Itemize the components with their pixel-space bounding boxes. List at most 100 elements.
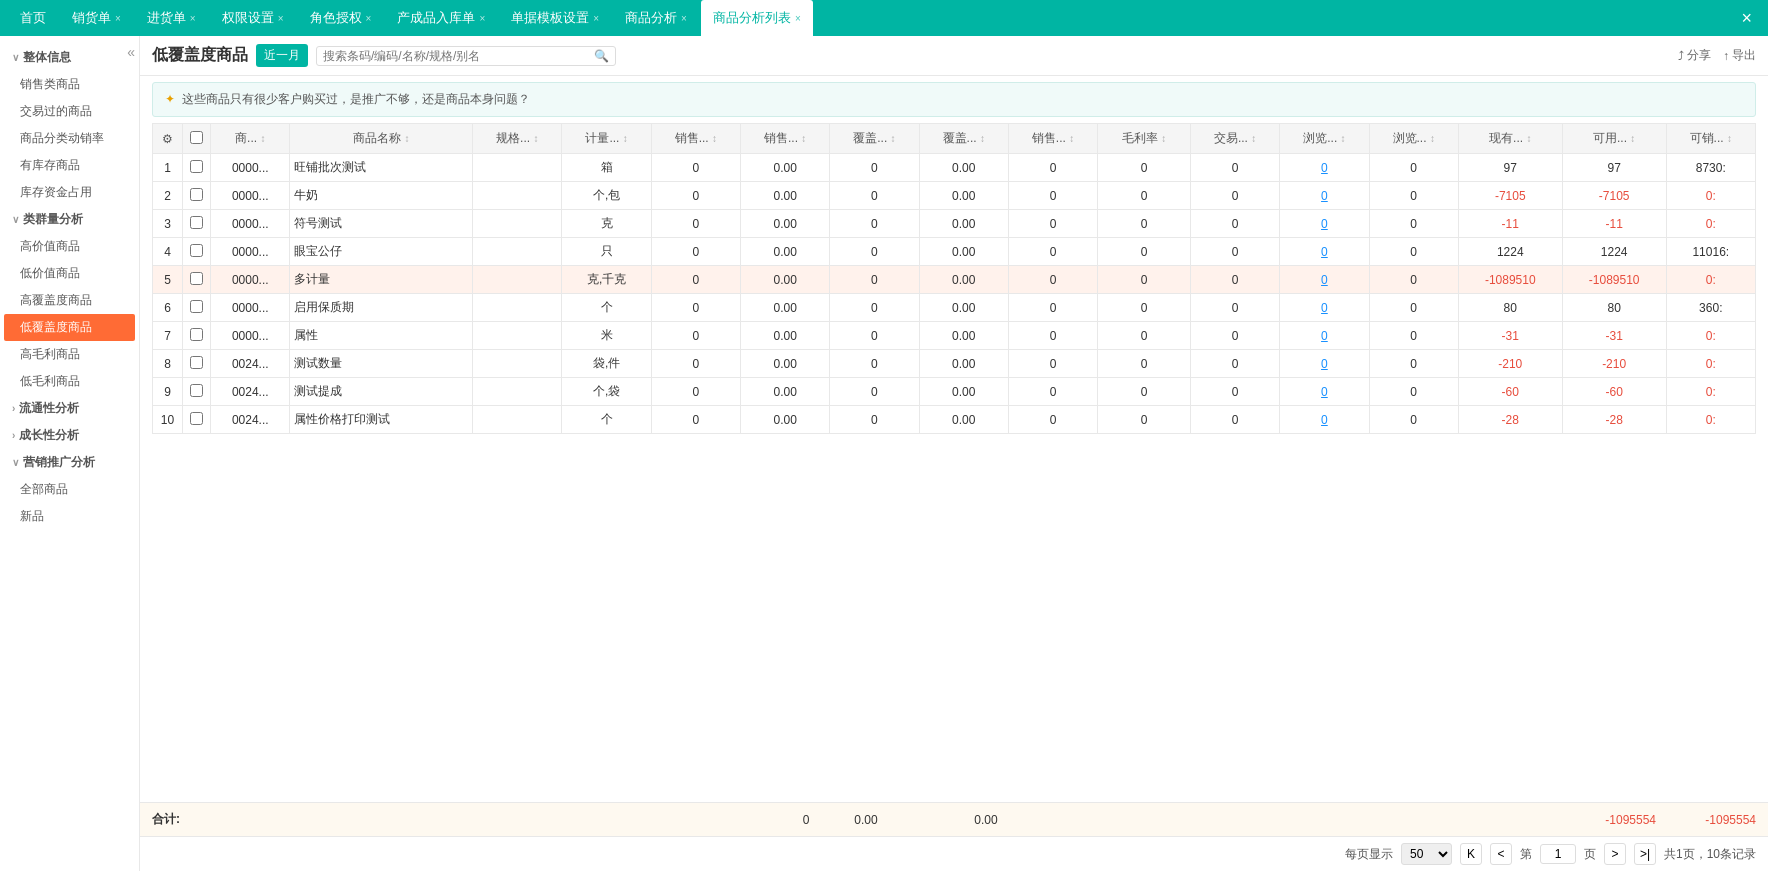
row-browse1[interactable]: 0	[1280, 378, 1369, 406]
sidebar-item-new-goods[interactable]: 新品	[0, 503, 139, 530]
sidebar-group-marketing[interactable]: ∨ 营销推广分析	[0, 449, 139, 476]
nav-item-permissions[interactable]: 权限设置 ×	[210, 0, 296, 36]
col-cover2[interactable]: 覆盖... ↕	[919, 124, 1008, 154]
row-select-checkbox[interactable]	[190, 160, 203, 173]
row-checkbox[interactable]	[183, 322, 211, 350]
share-button[interactable]: ⤴ 分享	[1678, 47, 1711, 64]
prev-page-button[interactable]: <	[1490, 843, 1512, 865]
col-code[interactable]: 商... ↕	[211, 124, 290, 154]
row-select-checkbox[interactable]	[190, 272, 203, 285]
col-browse1[interactable]: 浏览... ↕	[1280, 124, 1369, 154]
col-gross-rate[interactable]: 毛利率 ↕	[1098, 124, 1191, 154]
col-checkbox[interactable]	[183, 124, 211, 154]
row-browse1[interactable]: 0	[1280, 154, 1369, 182]
row-browse1[interactable]: 0	[1280, 210, 1369, 238]
col-available-stock[interactable]: 可用... ↕	[1562, 124, 1666, 154]
close-production-icon[interactable]: ×	[479, 13, 485, 24]
nav-item-sales[interactable]: 销货单 ×	[60, 0, 133, 36]
row-select-checkbox[interactable]	[190, 356, 203, 369]
col-sales3[interactable]: 销售... ↕	[1008, 124, 1097, 154]
row-spec	[473, 322, 562, 350]
row-select-checkbox[interactable]	[190, 412, 203, 425]
close-template-icon[interactable]: ×	[593, 13, 599, 24]
row-select-checkbox[interactable]	[190, 384, 203, 397]
row-checkbox[interactable]	[183, 294, 211, 322]
first-page-button[interactable]: K	[1460, 843, 1482, 865]
row-select-checkbox[interactable]	[190, 216, 203, 229]
row-browse1[interactable]: 0	[1280, 294, 1369, 322]
nav-item-production[interactable]: 产成品入库单 ×	[385, 0, 497, 36]
export-button[interactable]: ↑ 导出	[1723, 47, 1756, 64]
row-checkbox[interactable]	[183, 266, 211, 294]
sidebar-item-stock-capital[interactable]: 库存资金占用	[0, 179, 139, 206]
sidebar-item-low-profit[interactable]: 低毛利商品	[0, 368, 139, 395]
nav-item-analysis-list[interactable]: 商品分析列表 ×	[701, 0, 813, 36]
sidebar-group-growth[interactable]: › 成长性分析	[0, 422, 139, 449]
row-browse1[interactable]: 0	[1280, 406, 1369, 434]
col-sales-amt[interactable]: 销售... ↕	[741, 124, 830, 154]
sidebar-item-all-goods[interactable]: 全部商品	[0, 476, 139, 503]
row-name: 属性	[290, 322, 473, 350]
row-browse1[interactable]: 0	[1280, 266, 1369, 294]
row-checkbox[interactable]	[183, 378, 211, 406]
col-spec[interactable]: 规格... ↕	[473, 124, 562, 154]
close-analysis-icon[interactable]: ×	[681, 13, 687, 24]
select-all-checkbox[interactable]	[190, 131, 203, 144]
nav-item-home[interactable]: 首页	[8, 0, 58, 36]
sidebar-item-high-coverage[interactable]: 高覆盖度商品	[0, 287, 139, 314]
close-permissions-icon[interactable]: ×	[278, 13, 284, 24]
col-cover1[interactable]: 覆盖... ↕	[830, 124, 919, 154]
col-current-stock[interactable]: 现有... ↕	[1458, 124, 1562, 154]
row-select-checkbox[interactable]	[190, 244, 203, 257]
row-checkbox[interactable]	[183, 182, 211, 210]
sidebar-group-flow[interactable]: › 流通性分析	[0, 395, 139, 422]
next-page-button[interactable]: >	[1604, 843, 1626, 865]
sidebar-collapse-button[interactable]: «	[127, 44, 135, 60]
col-unit[interactable]: 计量... ↕	[562, 124, 651, 154]
per-page-select[interactable]: 20 50 100	[1401, 843, 1452, 865]
close-purchase-icon[interactable]: ×	[190, 13, 196, 24]
col-transaction[interactable]: 交易... ↕	[1190, 124, 1279, 154]
sidebar-item-high-profit[interactable]: 高毛利商品	[0, 341, 139, 368]
row-browse1[interactable]: 0	[1280, 350, 1369, 378]
row-checkbox[interactable]	[183, 210, 211, 238]
sidebar-item-sales-goods[interactable]: 销售类商品	[0, 71, 139, 98]
row-checkbox[interactable]	[183, 406, 211, 434]
sidebar-item-low-coverage[interactable]: 低覆盖度商品	[4, 314, 135, 341]
row-select-checkbox[interactable]	[190, 188, 203, 201]
row-select-checkbox[interactable]	[190, 300, 203, 313]
row-checkbox[interactable]	[183, 238, 211, 266]
col-name[interactable]: 商品名称 ↕	[290, 124, 473, 154]
row-select-checkbox[interactable]	[190, 328, 203, 341]
nav-item-roles[interactable]: 角色授权 ×	[298, 0, 384, 36]
close-analysis-list-icon[interactable]: ×	[795, 13, 801, 24]
close-all-button[interactable]: ×	[1733, 8, 1760, 29]
sidebar-item-category-rate[interactable]: 商品分类动销率	[0, 125, 139, 152]
search-input[interactable]	[323, 49, 594, 63]
row-checkbox[interactable]	[183, 154, 211, 182]
col-settings[interactable]: ⚙	[153, 124, 183, 154]
sidebar-group-general[interactable]: ∨ 整体信息	[0, 44, 139, 71]
col-sales-qty[interactable]: 销售... ↕	[651, 124, 740, 154]
sidebar-item-high-value[interactable]: 高价值商品	[0, 233, 139, 260]
row-browse1[interactable]: 0	[1280, 238, 1369, 266]
close-sales-icon[interactable]: ×	[115, 13, 121, 24]
nav-item-purchase[interactable]: 进货单 ×	[135, 0, 208, 36]
last-page-button[interactable]: >|	[1634, 843, 1656, 865]
sidebar-item-traded-goods[interactable]: 交易过的商品	[0, 98, 139, 125]
col-saleable[interactable]: 可销... ↕	[1666, 124, 1755, 154]
sidebar-group-cluster[interactable]: ∨ 类群量分析	[0, 206, 139, 233]
sidebar-item-low-value[interactable]: 低价值商品	[0, 260, 139, 287]
row-browse1[interactable]: 0	[1280, 322, 1369, 350]
close-roles-icon[interactable]: ×	[366, 13, 372, 24]
page-input[interactable]	[1540, 844, 1576, 864]
table-container[interactable]: ⚙ 商... ↕ 商品名称 ↕ 规格... ↕ 计量... ↕ 销售... ↕ …	[140, 123, 1768, 802]
nav-item-template[interactable]: 单据模板设置 ×	[499, 0, 611, 36]
period-button[interactable]: 近一月	[256, 44, 308, 67]
nav-item-analysis[interactable]: 商品分析 ×	[613, 0, 699, 36]
sidebar-item-in-stock[interactable]: 有库存商品	[0, 152, 139, 179]
col-browse2[interactable]: 浏览... ↕	[1369, 124, 1458, 154]
row-browse1[interactable]: 0	[1280, 182, 1369, 210]
search-icon[interactable]: 🔍	[594, 49, 609, 63]
row-checkbox[interactable]	[183, 350, 211, 378]
